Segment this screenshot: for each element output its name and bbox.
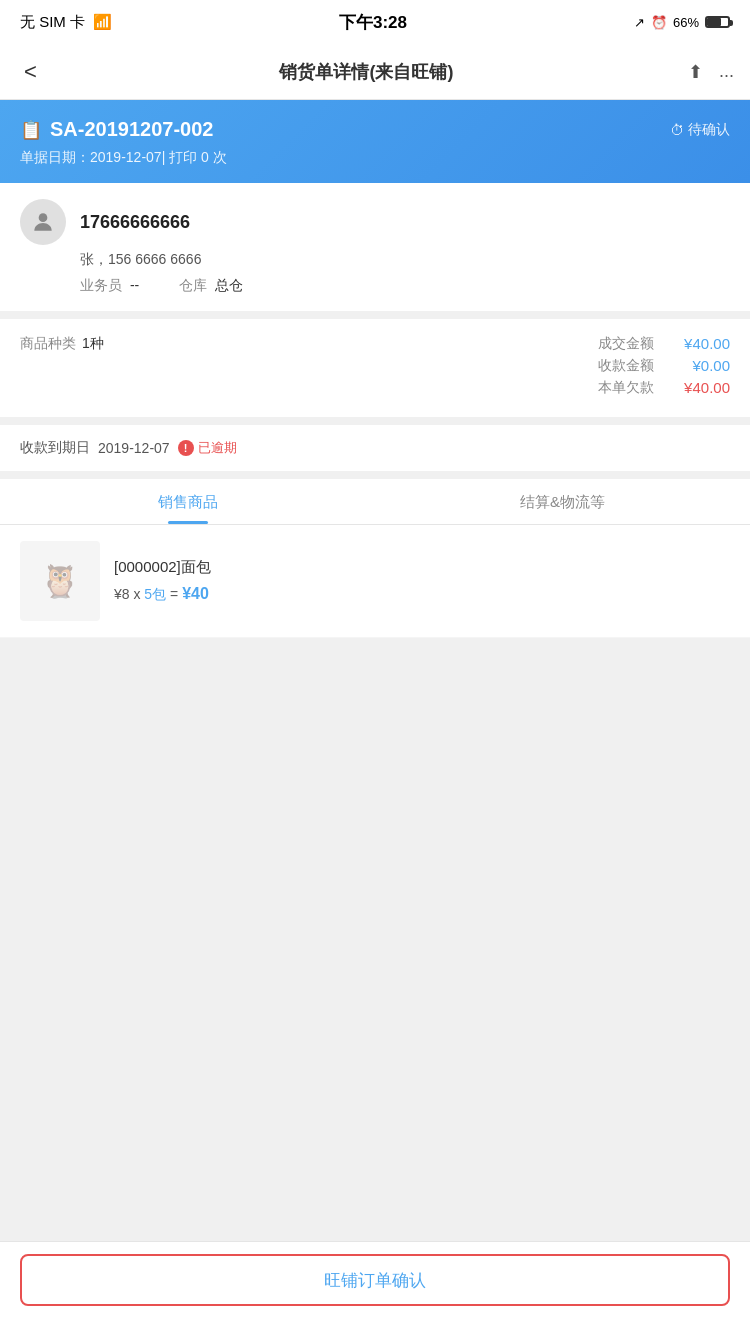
battery-percent: 66% <box>673 15 699 30</box>
order-id-row: 📋 SA-20191207-002 ⏱ 待确认 <box>20 118 730 141</box>
clock-icon: ⏱ <box>670 122 684 138</box>
product-item: 🦉 [0000002]面包 ¥8 x 5包 = ¥40 <box>0 525 750 638</box>
nav-bar: < 销货单详情(来自旺铺) ⬆ ... <box>0 44 750 100</box>
overdue-badge: ! 已逾期 <box>178 439 237 457</box>
transaction-amount: 成交金额 ¥40.00 <box>598 335 730 353</box>
summary-left: 商品种类 1种 <box>20 335 104 353</box>
share-button[interactable]: ⬆ <box>688 61 703 83</box>
more-button[interactable]: ... <box>719 61 734 82</box>
empty-area <box>0 638 750 898</box>
due-date-section: 收款到期日 2019-12-07 ! 已逾期 <box>0 425 750 479</box>
tab-settlement[interactable]: 结算&物流等 <box>375 479 750 524</box>
tab-sales-products[interactable]: 销售商品 <box>0 479 375 524</box>
customer-meta: 业务员 -- 仓库 总仓 <box>20 277 730 295</box>
order-date: 单据日期：2019-12-07| 打印 0 次 <box>20 149 730 167</box>
product-price: ¥8 x 5包 = ¥40 <box>114 585 730 604</box>
customer-phone: 17666666666 <box>80 212 190 233</box>
confirm-order-button[interactable]: 旺铺订单确认 <box>20 1254 730 1306</box>
product-image: 🦉 <box>40 562 80 600</box>
location-icon: ↗ <box>634 15 645 30</box>
alarm-icon: ⏰ <box>651 15 667 30</box>
order-id: 📋 SA-20191207-002 <box>20 118 213 141</box>
order-icon: 📋 <box>20 119 42 141</box>
product-name: [0000002]面包 <box>114 558 730 577</box>
product-info: [0000002]面包 ¥8 x 5包 = ¥40 <box>114 558 730 604</box>
status-right: ↗ ⏰ 66% <box>634 15 730 30</box>
wifi-icon: 📶 <box>93 13 112 31</box>
svg-point-0 <box>39 213 48 222</box>
product-thumbnail: 🦉 <box>20 541 100 621</box>
product-section: 🦉 [0000002]面包 ¥8 x 5包 = ¥40 <box>0 525 750 638</box>
overdue-icon: ! <box>178 440 194 456</box>
order-status: ⏱ 待确认 <box>670 121 730 139</box>
sales-info: 业务员 -- <box>80 277 139 295</box>
summary-section: 商品种类 1种 成交金额 ¥40.00 收款金额 ¥0.00 本单欠款 ¥40.… <box>0 319 750 425</box>
back-button[interactable]: < <box>16 51 45 93</box>
nav-actions: ⬆ ... <box>688 61 734 83</box>
customer-section: 17666666666 张，156 6666 6666 业务员 -- 仓库 总仓 <box>0 183 750 319</box>
status-time: 下午3:28 <box>339 11 407 34</box>
status-left: 无 SIM 卡 📶 <box>20 13 112 32</box>
order-header: 📋 SA-20191207-002 ⏱ 待确认 单据日期：2019-12-07|… <box>0 100 750 183</box>
customer-row: 17666666666 <box>20 199 730 245</box>
received-amount: 收款金额 ¥0.00 <box>598 357 730 375</box>
bottom-bar: 旺铺订单确认 <box>0 1241 750 1334</box>
owed-amount: 本单欠款 ¥40.00 <box>598 379 730 397</box>
avatar <box>20 199 66 245</box>
summary-right: 成交金额 ¥40.00 收款金额 ¥0.00 本单欠款 ¥40.00 <box>598 335 730 401</box>
battery-icon <box>705 16 730 28</box>
page-title: 销货单详情(来自旺铺) <box>279 60 453 84</box>
carrier-text: 无 SIM 卡 <box>20 13 85 32</box>
customer-detail: 张，156 6666 6666 <box>20 251 730 269</box>
tabs-bar: 销售商品 结算&物流等 <box>0 479 750 525</box>
warehouse-info: 仓库 总仓 <box>179 277 243 295</box>
category-info: 商品种类 1种 <box>20 335 104 353</box>
status-bar: 无 SIM 卡 📶 下午3:28 ↗ ⏰ 66% <box>0 0 750 44</box>
